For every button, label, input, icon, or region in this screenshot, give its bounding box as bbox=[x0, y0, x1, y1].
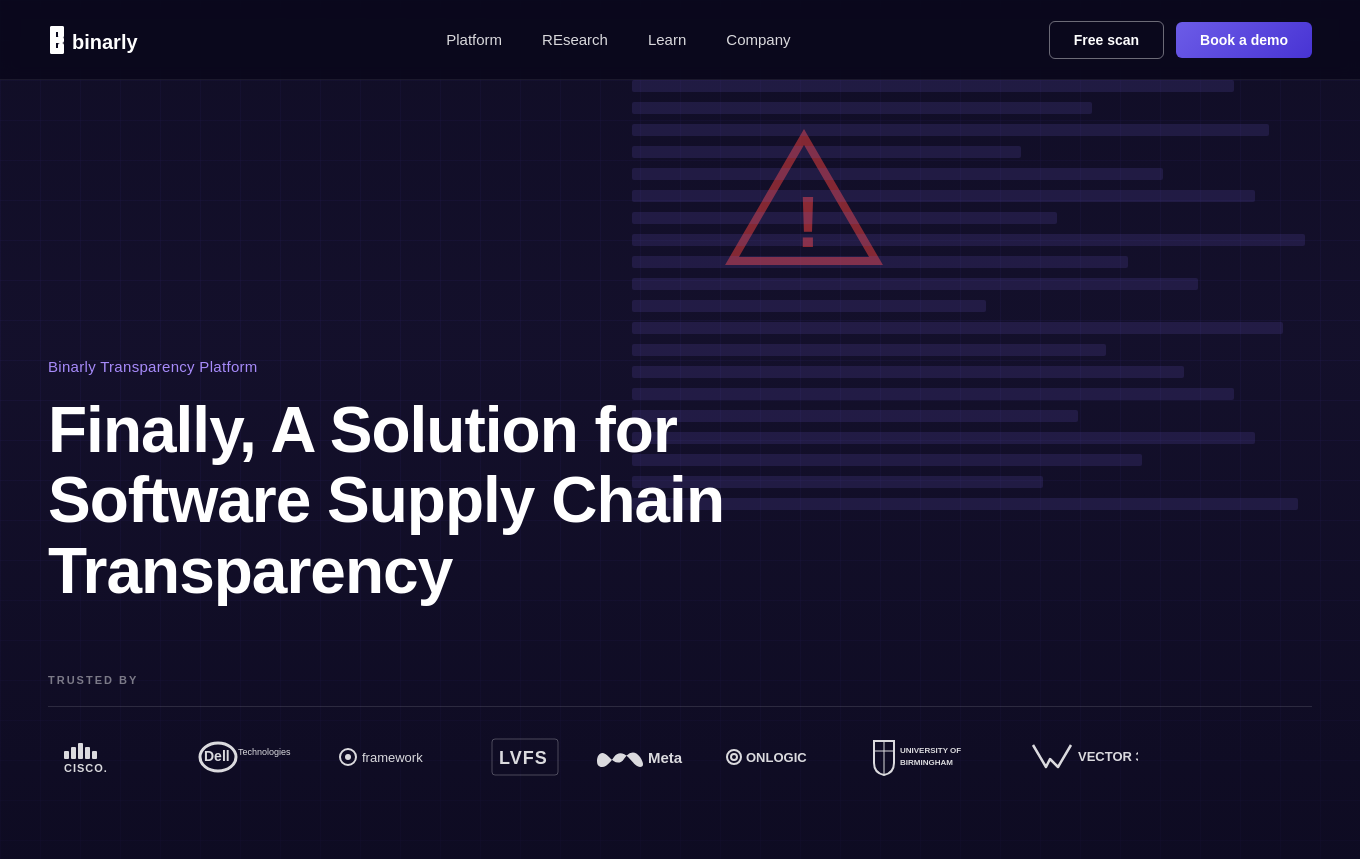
logo-onlogic: ONLOGIC bbox=[708, 739, 850, 775]
book-demo-button[interactable]: Book a demo bbox=[1176, 22, 1312, 58]
trusted-section: TRUSTED BY CISCO. Dell bbox=[0, 674, 1360, 779]
svg-text:ONLOGIC: ONLOGIC bbox=[746, 750, 807, 765]
logo[interactable]: binarly bbox=[48, 20, 188, 60]
svg-point-19 bbox=[345, 754, 351, 760]
svg-text:LVFS: LVFS bbox=[499, 748, 548, 768]
svg-rect-4 bbox=[58, 26, 64, 38]
hero-subtitle: Binarly Transparency Platform bbox=[48, 358, 1152, 375]
nav-platform[interactable]: Platform bbox=[446, 31, 502, 48]
svg-rect-13 bbox=[92, 751, 97, 759]
hero-content: Binarly Transparency Platform Finally, A… bbox=[0, 358, 1200, 654]
logo-framework: framework bbox=[322, 739, 474, 775]
nav-links: Platform REsearch Learn Company bbox=[446, 31, 790, 49]
svg-text:Meta: Meta bbox=[648, 749, 683, 766]
trusted-logos: CISCO. Dell Technologies framework bbox=[48, 735, 1148, 779]
svg-rect-10 bbox=[71, 747, 76, 759]
svg-rect-9 bbox=[64, 751, 69, 759]
svg-text:binarly: binarly bbox=[72, 31, 138, 53]
hero-title: Finally, A Solution for Software Supply … bbox=[48, 395, 828, 606]
svg-text:VECTOR 35: VECTOR 35 bbox=[1078, 749, 1138, 764]
svg-rect-12 bbox=[85, 747, 90, 759]
free-scan-button[interactable]: Free scan bbox=[1049, 21, 1164, 59]
logo-university-birmingham: UNIVERSITY OF BIRMINGHAM bbox=[850, 735, 1012, 779]
logo-lvfs: LVFS bbox=[474, 737, 576, 777]
logo-vector35: VECTOR 35 bbox=[1012, 737, 1154, 777]
nav-cta: Free scan Book a demo bbox=[1049, 21, 1312, 59]
svg-text:Technologies: Technologies bbox=[238, 747, 291, 757]
svg-point-24 bbox=[727, 750, 741, 764]
logo-cisco: CISCO. bbox=[48, 739, 180, 775]
svg-text:Dell: Dell bbox=[204, 748, 230, 764]
svg-text:UNIVERSITY OF: UNIVERSITY OF bbox=[900, 746, 961, 755]
nav-research[interactable]: REsearch bbox=[542, 31, 608, 48]
svg-text:CISCO.: CISCO. bbox=[64, 762, 108, 774]
svg-rect-11 bbox=[78, 743, 83, 759]
logo-meta: Meta bbox=[576, 739, 708, 775]
svg-text:framework: framework bbox=[362, 750, 423, 765]
nav-learn[interactable]: Learn bbox=[648, 31, 686, 48]
hero-section: ! Binarly Transparency P bbox=[0, 0, 1360, 859]
logo-dell: Dell Technologies bbox=[180, 737, 322, 777]
trusted-divider bbox=[48, 706, 1312, 707]
svg-point-25 bbox=[731, 754, 737, 760]
trusted-label: TRUSTED BY bbox=[48, 674, 1312, 686]
navbar: binarly Platform REsearch Learn Company … bbox=[0, 0, 1360, 80]
svg-rect-5 bbox=[58, 43, 64, 54]
svg-text:BIRMINGHAM: BIRMINGHAM bbox=[900, 758, 953, 767]
nav-company[interactable]: Company bbox=[726, 31, 790, 48]
